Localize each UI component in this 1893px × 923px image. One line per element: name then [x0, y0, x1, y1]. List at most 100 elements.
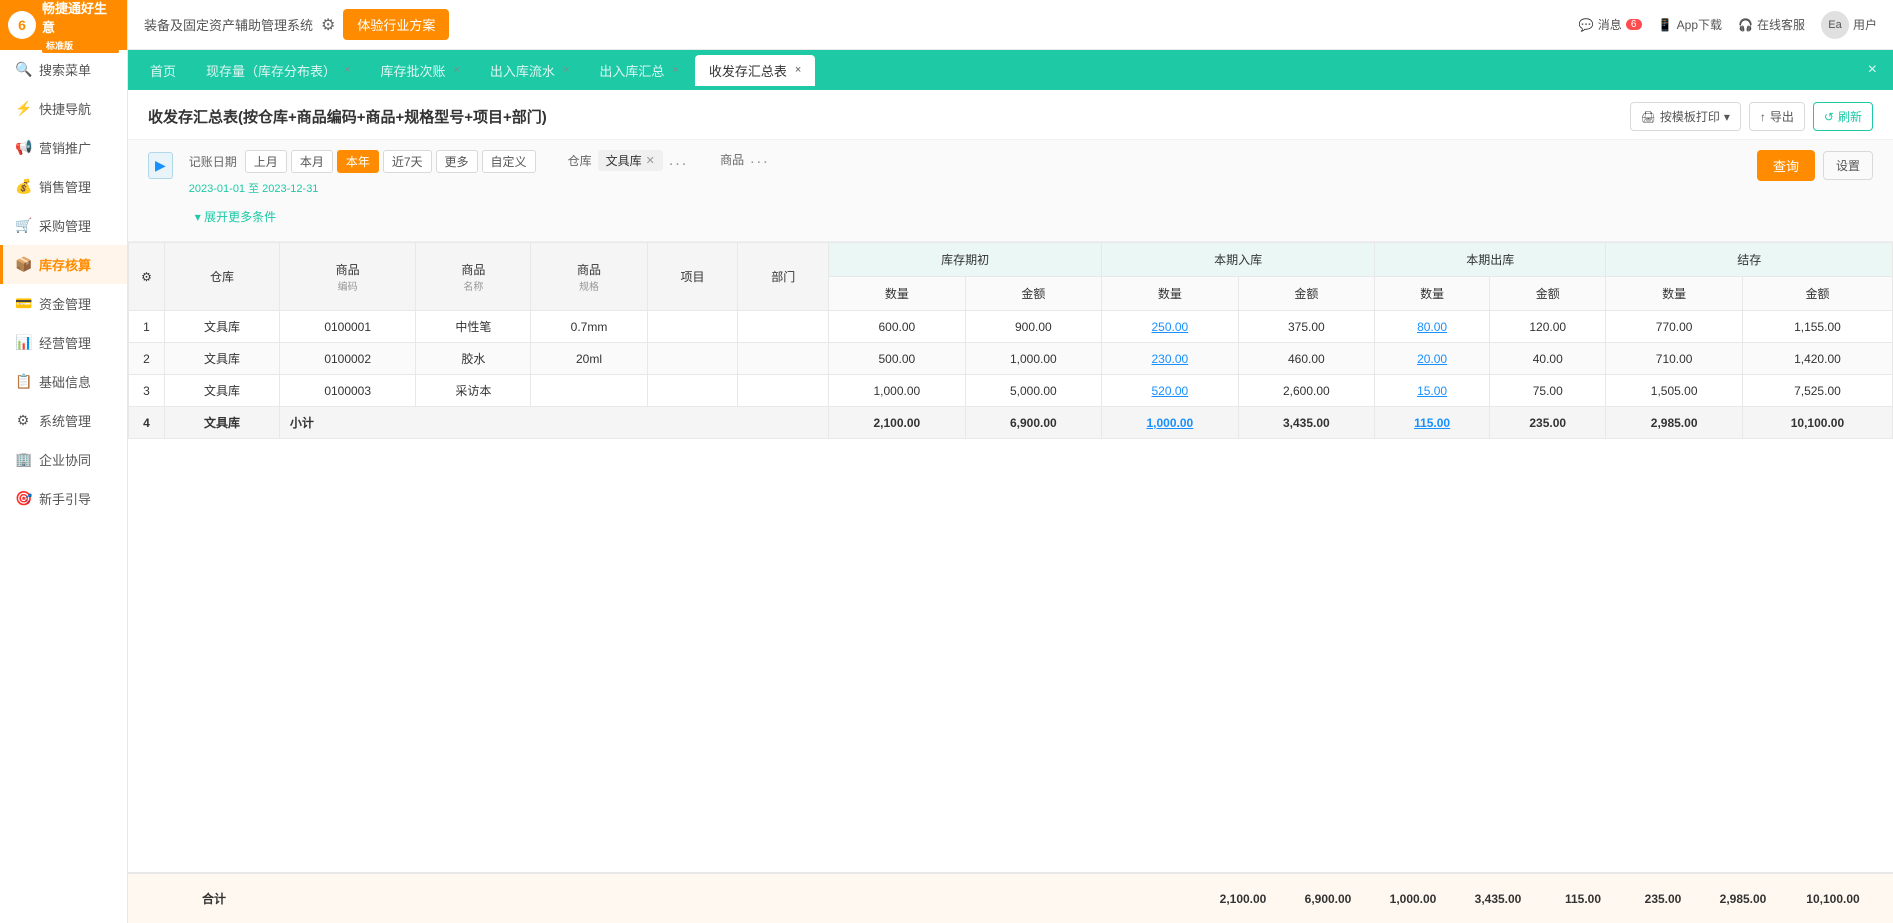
sidebar-item-search[interactable]: 🔍搜索菜单 — [0, 50, 127, 89]
th-settings[interactable]: ⚙ — [129, 243, 165, 311]
th-project: 项目 — [647, 243, 738, 311]
th-code: 商品编码 — [279, 243, 416, 311]
tab-close[interactable]: × — [563, 64, 569, 76]
headset-icon: 🎧 — [1738, 18, 1753, 32]
page-header: 收发存汇总表(按仓库+商品编码+商品+规格型号+项目+部门) 🖨 按模板打印 ▾… — [128, 90, 1893, 140]
main-area: 装备及固定资产辅助管理系统 ⚙ 体验行业方案 💬 消息 6 📱 App下载 🎧 … — [128, 0, 1893, 923]
out-qty-link[interactable]: 20.00 — [1417, 352, 1447, 366]
sidebar-item-operations[interactable]: 📊经营管理 — [0, 323, 127, 362]
expand-conditions-button[interactable]: ▾ 展开更多条件 — [195, 208, 276, 225]
column-settings-icon[interactable]: ⚙ — [141, 270, 152, 284]
logo-icon: 6 — [8, 11, 36, 39]
tab-出入库汇总[interactable]: 出入库汇总× — [585, 55, 692, 86]
tab-出入库流水[interactable]: 出入库流水× — [476, 55, 583, 86]
tab-首页[interactable]: 首页 — [136, 55, 190, 86]
print-icon: 🖨 — [1641, 110, 1656, 124]
sidebar-item-marketing[interactable]: 📢营销推广 — [0, 128, 127, 167]
sidebar-item-purchase[interactable]: 🛒采购管理 — [0, 206, 127, 245]
sidebar: 6 畅捷通好生意 标准版 🔍搜索菜单⚡快捷导航📢营销推广💰销售管理🛒采购管理📦库… — [0, 0, 128, 923]
sidebar-item-inventory[interactable]: 📦库存核算 — [0, 245, 127, 284]
tab-close[interactable]: × — [795, 64, 801, 76]
sidebar-item-basic[interactable]: 📋基础信息 — [0, 362, 127, 401]
th-opening-qty: 数量 — [829, 277, 966, 311]
tab-close[interactable]: × — [672, 64, 678, 76]
goods-more-dots[interactable]: ... — [750, 150, 769, 168]
th-balance-group: 结存 — [1606, 243, 1893, 277]
subtotal-out-qty-link[interactable]: 115.00 — [1414, 416, 1450, 430]
goods-label: 商品 — [720, 151, 744, 168]
message-icon: 💬 — [1579, 18, 1594, 32]
search-icon: 🔍 — [15, 61, 31, 78]
refresh-button[interactable]: ↺ 刷新 — [1813, 102, 1873, 131]
sidebar-item-enterprise[interactable]: 🏢企业协同 — [0, 440, 127, 479]
inventory-icon: 📦 — [15, 256, 31, 273]
th-out-qty: 数量 — [1375, 277, 1490, 311]
sidebar-item-system[interactable]: ⚙系统管理 — [0, 401, 127, 440]
page-content: 收发存汇总表(按仓库+商品编码+商品+规格型号+项目+部门) 🖨 按模板打印 ▾… — [128, 90, 1893, 923]
quicknav-icon: ⚡ — [15, 100, 31, 117]
in-qty-link[interactable]: 250.00 — [1151, 320, 1188, 334]
tab-bar: 首页现存量（库存分布表）×库存批次账×出入库流水×出入库汇总×收发存汇总表×× — [128, 50, 1893, 90]
online-service-item[interactable]: 🎧 在线客服 — [1738, 16, 1805, 33]
export-icon: ↑ — [1760, 110, 1766, 124]
th-balance-qty: 数量 — [1606, 277, 1743, 311]
expand-arrow-icon: ▾ — [195, 210, 201, 224]
header-settings-button[interactable]: ⚙ — [321, 15, 335, 35]
date-btn-更多[interactable]: 更多 — [436, 150, 478, 173]
table-row: 3 文具库 0100003 采访本 1,000.00 5,000.00 520.… — [129, 375, 1893, 407]
sales-icon: 💰 — [15, 178, 31, 195]
sidebar-item-sales[interactable]: 💰销售管理 — [0, 167, 127, 206]
tab-库存批次账[interactable]: 库存批次账× — [366, 55, 473, 86]
tab-close[interactable]: × — [344, 64, 350, 76]
table-row: 2 文具库 0100002 胶水 20ml 500.00 1,000.00 23… — [129, 343, 1893, 375]
sidebar-nav: 🔍搜索菜单⚡快捷导航📢营销推广💰销售管理🛒采购管理📦库存核算💳资金管理📊经营管理… — [0, 50, 127, 923]
chevron-down-icon: ▾ — [1724, 110, 1730, 124]
in-qty-link[interactable]: 230.00 — [1151, 352, 1188, 366]
in-qty-link[interactable]: 520.00 — [1151, 384, 1188, 398]
marketing-icon: 📢 — [15, 139, 31, 156]
th-in-qty: 数量 — [1102, 277, 1239, 311]
message-item[interactable]: 💬 消息 6 — [1579, 16, 1642, 33]
guide-icon: 🎯 — [15, 490, 31, 507]
table-row: 1 文具库 0100001 中性笔 0.7mm 600.00 900.00 25… — [129, 311, 1893, 343]
data-table: ⚙ 仓库 商品编码 商品名称 商品规格 项目 部门 库存期初 本期入库 本期出库… — [128, 242, 1893, 439]
th-dept: 部门 — [738, 243, 829, 311]
tab-收发存汇总表[interactable]: 收发存汇总表× — [695, 55, 815, 86]
out-qty-link[interactable]: 15.00 — [1417, 384, 1447, 398]
header-right: 💬 消息 6 📱 App下载 🎧 在线客服 Ea 用户 — [1579, 11, 1877, 39]
th-opening-amt: 金额 — [965, 277, 1102, 311]
tab-close[interactable]: × — [453, 64, 459, 76]
date-btn-自定义[interactable]: 自定义 — [482, 150, 536, 173]
sidebar-item-guide[interactable]: 🎯新手引导 — [0, 479, 127, 518]
out-qty-link[interactable]: 80.00 — [1417, 320, 1447, 334]
subtotal-in-qty-link[interactable]: 1,000.00 — [1146, 416, 1193, 430]
tab-现存量（库存分布表）[interactable]: 现存量（库存分布表）× — [192, 55, 364, 86]
warehouse-remove[interactable]: ✕ — [646, 154, 655, 167]
message-badge: 6 — [1626, 19, 1642, 30]
finance-icon: 💳 — [15, 295, 31, 312]
date-btn-上月[interactable]: 上月 — [245, 150, 287, 173]
export-button[interactable]: ↑ 导出 — [1749, 102, 1805, 131]
expand-icon[interactable]: ▶ — [155, 157, 166, 174]
date-btn-本年[interactable]: 本年 — [337, 150, 379, 173]
search-button[interactable]: 查询 — [1757, 150, 1815, 181]
print-button[interactable]: 🖨 按模板打印 ▾ — [1630, 102, 1741, 131]
setting-small-button[interactable]: 设置 — [1823, 151, 1873, 180]
sidebar-item-quicknav[interactable]: ⚡快捷导航 — [0, 89, 127, 128]
avatar: Ea — [1821, 11, 1849, 39]
warehouse-more-dots[interactable]: ... — [669, 152, 688, 170]
logo-text: 畅捷通好生意 标准版 — [42, 0, 119, 53]
th-opening-group: 库存期初 — [829, 243, 1102, 277]
warehouse-label: 仓库 — [568, 152, 592, 169]
date-btn-近7天[interactable]: 近7天 — [383, 150, 432, 173]
refresh-icon: ↺ — [1824, 110, 1834, 124]
page-actions: 🖨 按模板打印 ▾ ↑ 导出 ↺ 刷新 — [1630, 102, 1873, 131]
sidebar-item-finance[interactable]: 💳资金管理 — [0, 284, 127, 323]
close-all-tabs-button[interactable]: × — [1860, 61, 1885, 79]
user-item[interactable]: Ea 用户 — [1821, 11, 1877, 39]
try-industry-button[interactable]: 体验行业方案 — [343, 9, 449, 40]
th-in-group: 本期入库 — [1102, 243, 1375, 277]
header-left: 装备及固定资产辅助管理系统 ⚙ 体验行业方案 — [144, 9, 449, 40]
date-btn-本月[interactable]: 本月 — [291, 150, 333, 173]
app-download-item[interactable]: 📱 App下载 — [1658, 16, 1722, 33]
